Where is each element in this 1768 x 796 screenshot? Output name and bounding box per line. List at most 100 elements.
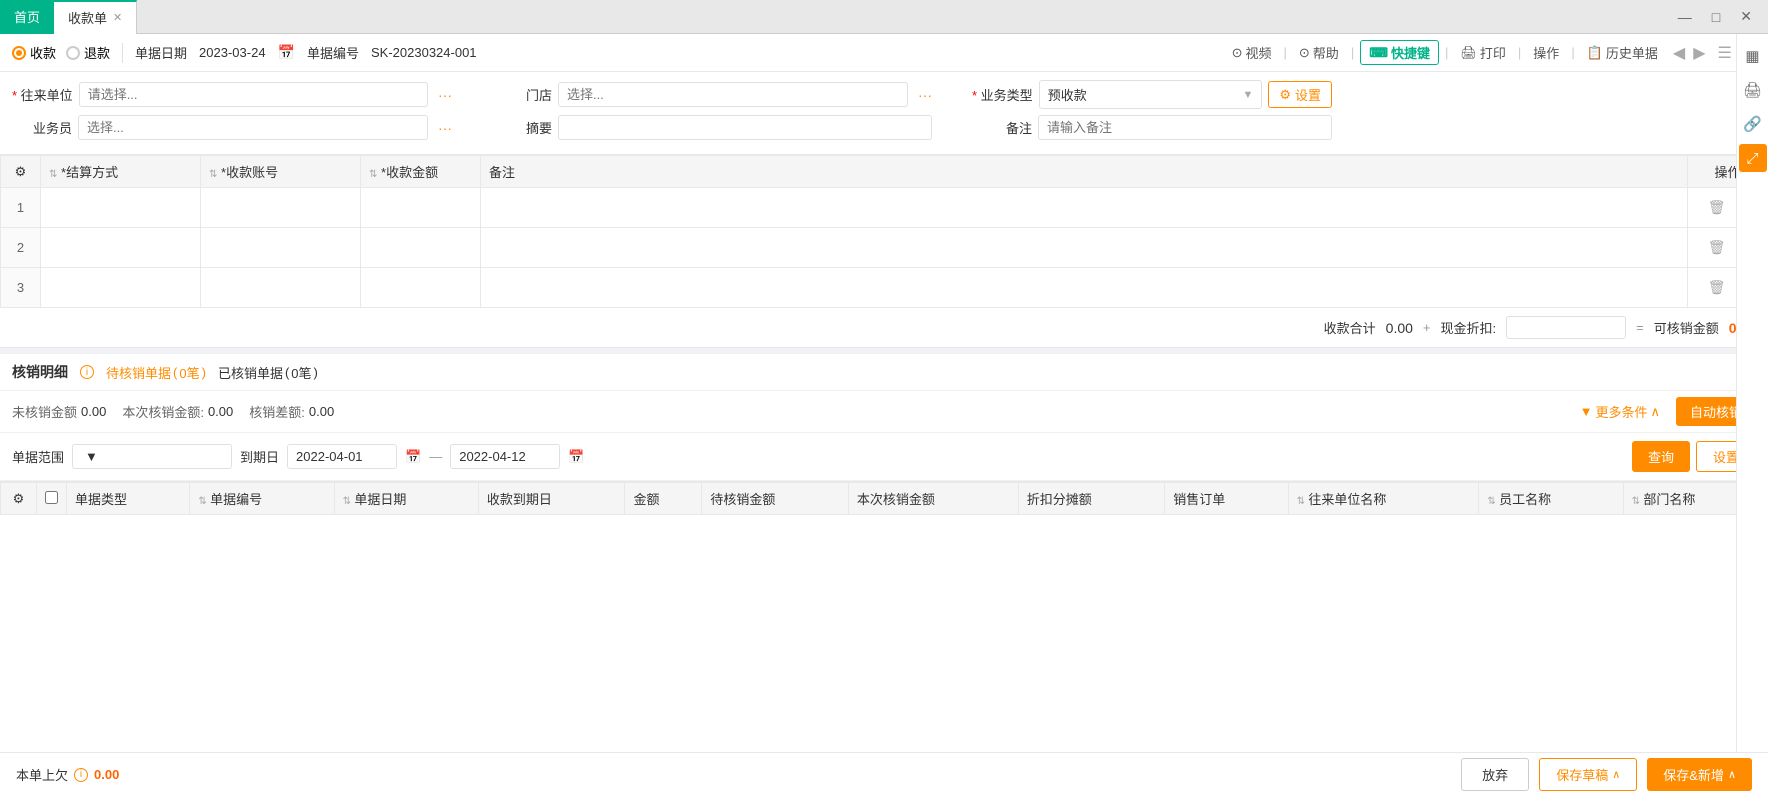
radio-refund[interactable]: 退款 (66, 43, 110, 62)
print-btn[interactable]: 🖨 打印 (1454, 41, 1512, 64)
store-input[interactable] (558, 82, 908, 107)
delete-icon-2[interactable]: 🗑 (1704, 237, 1730, 257)
done-tab[interactable]: 已核销单据 ( 0笔 ) (218, 363, 318, 382)
minimize-button[interactable]: — (1672, 7, 1698, 27)
date-to-input[interactable] (450, 444, 560, 469)
footer-right: 放弃 保存草稿 ∧ 保存&新增 ∧ (1461, 758, 1752, 791)
save-new-button[interactable]: 保存&新增 ∧ (1647, 758, 1752, 791)
col-b-check[interactable] (37, 483, 67, 515)
more-conditions-btn[interactable]: ▼ 更多条件 ∧ (1580, 402, 1660, 421)
radio-receipt[interactable]: 收款 (12, 43, 56, 62)
store-more-icon[interactable]: ··· (918, 87, 932, 103)
remark-input-3[interactable] (481, 268, 1687, 307)
settlement-input-2[interactable] (41, 228, 200, 267)
delete-icon-1[interactable]: 🗑 (1704, 197, 1730, 217)
amount-input-2[interactable] (361, 228, 480, 267)
col-b-gear[interactable]: ⚙ (1, 483, 37, 515)
cell-remark-1[interactable] (481, 188, 1688, 228)
cell-account-1[interactable] (201, 188, 361, 228)
cell-remark-3[interactable] (481, 268, 1688, 308)
settings-label: 设置 (1295, 85, 1321, 104)
calendar-from-icon[interactable]: 📅 (405, 449, 421, 465)
range-select[interactable]: ▼ (72, 444, 232, 469)
staff-input[interactable] (78, 115, 428, 140)
table-row: 2 🗑 ⧉ (1, 228, 1768, 268)
cell-remark-2[interactable] (481, 228, 1688, 268)
nav-next-icon[interactable]: ▶ (1690, 43, 1708, 63)
maximize-button[interactable]: □ (1706, 7, 1726, 27)
business-type-select[interactable]: 预收款 ▼ (1039, 80, 1263, 109)
staff-label: 业务员 (12, 118, 72, 137)
settlement-input-3[interactable] (41, 268, 200, 307)
cell-settlement-1[interactable] (41, 188, 201, 228)
sidebar-print-icon[interactable]: 🖨 (1739, 76, 1767, 104)
done-open: ( (285, 365, 289, 380)
col-b-due-date: 收款到期日 (478, 483, 625, 515)
remark-input-2[interactable] (481, 228, 1687, 267)
row-num-2: 2 (1, 228, 41, 268)
remark-input-1[interactable] (481, 188, 1687, 227)
cell-amount-2[interactable] (361, 228, 481, 268)
cell-settlement-3[interactable] (41, 268, 201, 308)
calendar-icon[interactable]: 📅 (278, 44, 295, 61)
gear-icon[interactable]: ⚙ (15, 164, 27, 179)
table-row: 3 🗑 ⧉ (1, 268, 1768, 308)
col-header-gear[interactable]: ⚙ (1, 156, 41, 188)
select-all-checkbox[interactable] (45, 491, 58, 504)
amount-input-3[interactable] (361, 268, 480, 307)
col-b-pending: 待核销金额 (702, 483, 849, 515)
cell-amount-3[interactable] (361, 268, 481, 308)
layout-list-icon[interactable]: ☰ (1715, 43, 1735, 63)
col-b-date: ⇅ 单据日期 (334, 483, 478, 515)
history-label: 历史单据 (1606, 43, 1658, 62)
cell-settlement-2[interactable] (41, 228, 201, 268)
discount-input[interactable] (1506, 316, 1626, 339)
counterparty-input[interactable] (79, 82, 428, 107)
cell-amount-1[interactable] (361, 188, 481, 228)
form-settings-button[interactable]: ⚙ 设置 (1268, 81, 1332, 108)
query-button[interactable]: 查询 (1632, 441, 1690, 472)
date-from-input[interactable] (287, 444, 397, 469)
nav-prev-icon[interactable]: ◀ (1670, 43, 1688, 63)
staff-more-icon[interactable]: ··· (438, 120, 452, 136)
sidebar-expand-icon[interactable]: ⤢ (1739, 144, 1767, 172)
remark-input[interactable] (1038, 115, 1332, 140)
table-row: 1 🗑 ⧉ (1, 188, 1768, 228)
history-btn[interactable]: 📋 历史单据 (1581, 41, 1664, 64)
delete-icon-3[interactable]: 🗑 (1704, 277, 1730, 297)
gear-icon[interactable]: ⚙ (13, 491, 25, 506)
close-button[interactable]: ✕ (1734, 6, 1758, 27)
save-draft-button[interactable]: 保存草稿 ∧ (1539, 758, 1637, 791)
sidebar-link-icon[interactable]: 🔗 (1739, 110, 1767, 138)
col-b-type: 单据类型 (67, 483, 190, 515)
account-input-1[interactable] (201, 188, 360, 227)
amount-input-1[interactable] (361, 188, 480, 227)
counterparty-more-icon[interactable]: ··· (438, 87, 452, 103)
reconcile-info-icon[interactable]: i (80, 365, 94, 379)
tab-receipt[interactable]: 收款单 ✕ (54, 0, 137, 34)
video-btn[interactable]: ⊙ 视频 (1226, 41, 1278, 64)
tab-close-icon[interactable]: ✕ (113, 11, 122, 24)
summary-input[interactable] (558, 115, 932, 140)
row-num-1: 1 (1, 188, 41, 228)
sidebar-table-icon[interactable]: ▦ (1739, 42, 1767, 70)
pending-tab[interactable]: 待核销单据 ( 0笔 ) (106, 363, 206, 382)
staff-field: 业务员 ··· (12, 115, 452, 140)
calendar-to-icon[interactable]: 📅 (568, 449, 584, 465)
help-btn[interactable]: ⊙ 帮助 (1293, 41, 1345, 64)
save-new-label: 保存&新增 (1663, 765, 1724, 784)
diff-stat: 核销差额: 0.00 (249, 402, 334, 421)
account-input-3[interactable] (201, 268, 360, 307)
settlement-input-1[interactable] (41, 188, 200, 227)
per-slip-label: 本单上欠 (16, 765, 68, 784)
abandon-button[interactable]: 放弃 (1461, 758, 1529, 791)
tab-home[interactable]: 首页 (0, 0, 54, 34)
operation-btn[interactable]: 操作 (1527, 41, 1565, 64)
draft-chevron-icon: ∧ (1612, 768, 1620, 781)
cell-account-3[interactable] (201, 268, 361, 308)
divider-1 (122, 43, 123, 63)
cell-account-2[interactable] (201, 228, 361, 268)
per-slip-info-icon[interactable]: i (74, 768, 88, 782)
account-input-2[interactable] (201, 228, 360, 267)
shortcut-btn[interactable]: ⌨ 快捷键 (1360, 40, 1439, 65)
